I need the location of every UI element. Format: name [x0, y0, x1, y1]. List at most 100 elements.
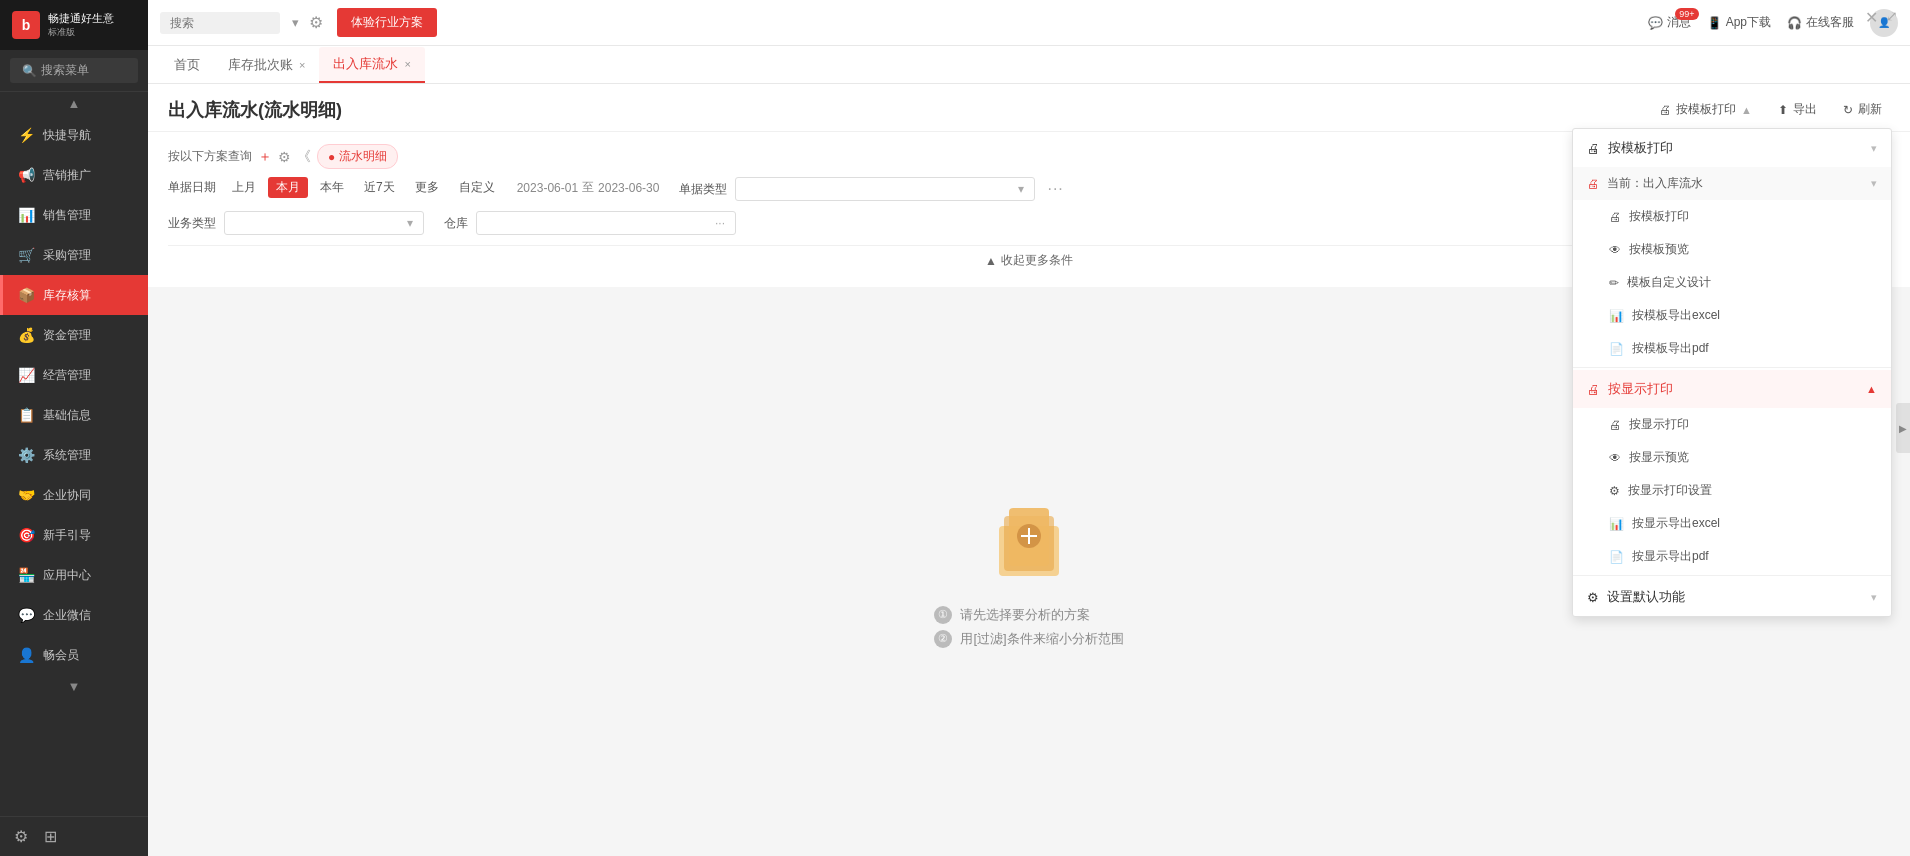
- display-export-excel-label: 按显示导出excel: [1632, 515, 1720, 532]
- sidebar-item-wechat[interactable]: 💬 企业微信: [0, 595, 148, 635]
- sidebar-item-newbie[interactable]: 🎯 新手引导: [0, 515, 148, 555]
- template-print-title: 🖨 按模板打印: [1587, 139, 1673, 157]
- sidebar-item-label: 新手引导: [43, 527, 91, 544]
- trial-solution-button[interactable]: 体验行业方案: [337, 8, 437, 37]
- date-opt-7days[interactable]: 近7天: [356, 177, 403, 198]
- biz-type-select[interactable]: ▾: [224, 211, 424, 235]
- tab-home[interactable]: 首页: [160, 48, 214, 82]
- tab-batch-close-icon[interactable]: ×: [299, 59, 305, 71]
- page-header-actions: 🖨 按模板打印 ▲ ⬆ 导出 ↻ 刷新: [1651, 96, 1890, 123]
- sidebar-item-collab[interactable]: 🤝 企业协同: [0, 475, 148, 515]
- page-header: 出入库流水(流水明细) 🖨 按模板打印 ▲ ⬆ 导出 ↻ 刷新: [148, 84, 1910, 131]
- date-opt-last-month[interactable]: 上月: [224, 177, 264, 198]
- date-options: 上月 本月 本年 近7天 更多 自定义: [224, 177, 503, 198]
- preview-template-item[interactable]: 👁 按模板预览: [1573, 233, 1891, 266]
- date-opt-custom[interactable]: 自定义: [451, 177, 503, 198]
- sidebar-search-bar[interactable]: 🔍 搜索菜单: [0, 50, 148, 92]
- set-default-chevron: ▾: [1871, 591, 1877, 604]
- sidebar-item-marketing[interactable]: 📢 营销推广: [0, 155, 148, 195]
- member-icon: 👤: [17, 646, 35, 664]
- template-print-section-header[interactable]: 🖨 按模板打印 ▾: [1573, 129, 1891, 167]
- wechat-icon: 💬: [17, 606, 35, 624]
- display-print-item[interactable]: 🖨 按显示打印: [1573, 408, 1891, 441]
- print-dropdown-chevron[interactable]: ▲: [1741, 104, 1752, 116]
- sidebar-item-system[interactable]: ⚙️ 系统管理: [0, 435, 148, 475]
- online-service-label: 在线客服: [1806, 14, 1854, 31]
- filter-add-icon[interactable]: ＋: [258, 148, 272, 166]
- sidebar-item-inventory[interactable]: 📦 库存核算: [0, 275, 148, 315]
- refresh-button[interactable]: ↻ 刷新: [1835, 96, 1890, 123]
- filter-collapse-toggle-icon[interactable]: 《: [297, 148, 311, 166]
- export-button[interactable]: ⬆ 导出: [1770, 96, 1825, 123]
- side-handle-icon: ▶: [1899, 423, 1907, 434]
- sidebar-item-member[interactable]: 👤 畅会员: [0, 635, 148, 675]
- doc-type-more-icon[interactable]: ···: [1047, 180, 1063, 198]
- display-print-title: 🖨 按显示打印: [1587, 380, 1673, 398]
- display-export-pdf-item[interactable]: 📄 按显示导出pdf: [1573, 540, 1891, 573]
- window-expand-icon[interactable]: ⤢: [1886, 8, 1898, 27]
- sidebar-scroll-down[interactable]: ▼: [0, 675, 148, 698]
- sidebar-item-finance[interactable]: 💰 资金管理: [0, 315, 148, 355]
- message-badge: 99+: [1675, 8, 1698, 20]
- date-opt-this-year[interactable]: 本年: [312, 177, 352, 198]
- empty-step-1: ① 请先选择要分析的方案: [934, 606, 1123, 624]
- custom-template-item[interactable]: ✏ 模板自定义设计: [1573, 266, 1891, 299]
- side-close-panel[interactable]: ▶: [1896, 403, 1910, 453]
- settings-gear-icon[interactable]: ⚙: [14, 827, 28, 846]
- tab-batch[interactable]: 库存批次账 ×: [214, 48, 319, 82]
- inventory-icon: 📦: [17, 286, 35, 304]
- topbar-settings-icon[interactable]: ⚙: [309, 13, 323, 32]
- display-preview-item[interactable]: 👁 按显示预览: [1573, 441, 1891, 474]
- excel-template-icon: 📊: [1609, 309, 1624, 323]
- custom-template-icon: ✏: [1609, 276, 1619, 290]
- tab-flow[interactable]: 出入库流水 ×: [319, 47, 424, 83]
- current-template-chevron: ▾: [1871, 177, 1877, 190]
- filter-settings-icon[interactable]: ⚙: [278, 149, 291, 165]
- search-menu-input[interactable]: 🔍 搜索菜单: [10, 58, 138, 83]
- export-excel-template-item[interactable]: 📊 按模板导出excel: [1573, 299, 1891, 332]
- message-button[interactable]: 💬 消息 99+: [1648, 14, 1691, 31]
- sidebar-item-basic[interactable]: 📋 基础信息: [0, 395, 148, 435]
- set-default-section[interactable]: ⚙ 设置默认功能 ▾: [1573, 578, 1891, 616]
- set-default-icon: ⚙: [1587, 590, 1599, 605]
- basic-icon: 📋: [17, 406, 35, 424]
- export-pdf-template-item[interactable]: 📄 按模板导出pdf: [1573, 332, 1891, 365]
- sidebar-item-purchase[interactable]: 🛒 采购管理: [0, 235, 148, 275]
- display-print-settings-item[interactable]: ⚙ 按显示打印设置: [1573, 474, 1891, 507]
- refresh-icon: ↻: [1843, 103, 1853, 117]
- sidebar-logo: b 畅捷通好生意 标准版: [0, 0, 148, 50]
- doc-type-label: 单据类型: [679, 181, 727, 198]
- sidebar-scroll-up[interactable]: ▲: [0, 92, 148, 115]
- date-opt-this-month[interactable]: 本月: [268, 177, 308, 198]
- window-close-icon[interactable]: ✕: [1865, 8, 1878, 27]
- sidebar-item-label: 快捷导航: [43, 127, 91, 144]
- display-print-section-header[interactable]: 🖨 按显示打印 ▲: [1573, 370, 1891, 408]
- print-template-item[interactable]: 🖨 按模板打印: [1573, 200, 1891, 233]
- online-service-button[interactable]: 🎧 在线客服: [1787, 14, 1854, 31]
- printer-icon: 🖨: [1587, 141, 1600, 156]
- date-opt-more[interactable]: 更多: [407, 177, 447, 198]
- warehouse-select[interactable]: ···: [476, 211, 736, 235]
- display-export-excel-item[interactable]: 📊 按显示导出excel: [1573, 507, 1891, 540]
- sidebar-item-label: 经营管理: [43, 367, 91, 384]
- template-current-icon: 🖨: [1587, 177, 1599, 191]
- sidebar-item-operations[interactable]: 📈 经营管理: [0, 355, 148, 395]
- expand-sidebar-icon[interactable]: ⊞: [44, 827, 57, 846]
- sidebar-item-shortcut[interactable]: ⚡ 快捷导航: [0, 115, 148, 155]
- export-excel-template-label: 按模板导出excel: [1632, 307, 1720, 324]
- warehouse-filter-field: 仓库 ···: [444, 211, 736, 235]
- display-settings-icon: ⚙: [1609, 484, 1620, 498]
- sidebar-item-appstore[interactable]: 🏪 应用中心: [0, 555, 148, 595]
- date-filter-label: 单据日期: [168, 179, 216, 196]
- tab-flow-close-icon[interactable]: ×: [404, 58, 410, 70]
- filter-tag-flow[interactable]: ● 流水明细: [317, 144, 398, 169]
- current-template-item[interactable]: 🖨 当前：出入库流水 ▾: [1573, 167, 1891, 200]
- topbar-chevron-icon[interactable]: ▾: [292, 15, 299, 30]
- sidebar-item-sales[interactable]: 📊 销售管理: [0, 195, 148, 235]
- topbar-search-input[interactable]: [160, 12, 280, 34]
- print-template-button[interactable]: 🖨 按模板打印 ▲: [1651, 96, 1760, 123]
- doc-type-select[interactable]: ▾: [735, 177, 1035, 201]
- warehouse-chevron-icon: ···: [715, 216, 725, 230]
- app-download-button[interactable]: 📱 App下载: [1707, 14, 1771, 31]
- pdf-template-icon: 📄: [1609, 342, 1624, 356]
